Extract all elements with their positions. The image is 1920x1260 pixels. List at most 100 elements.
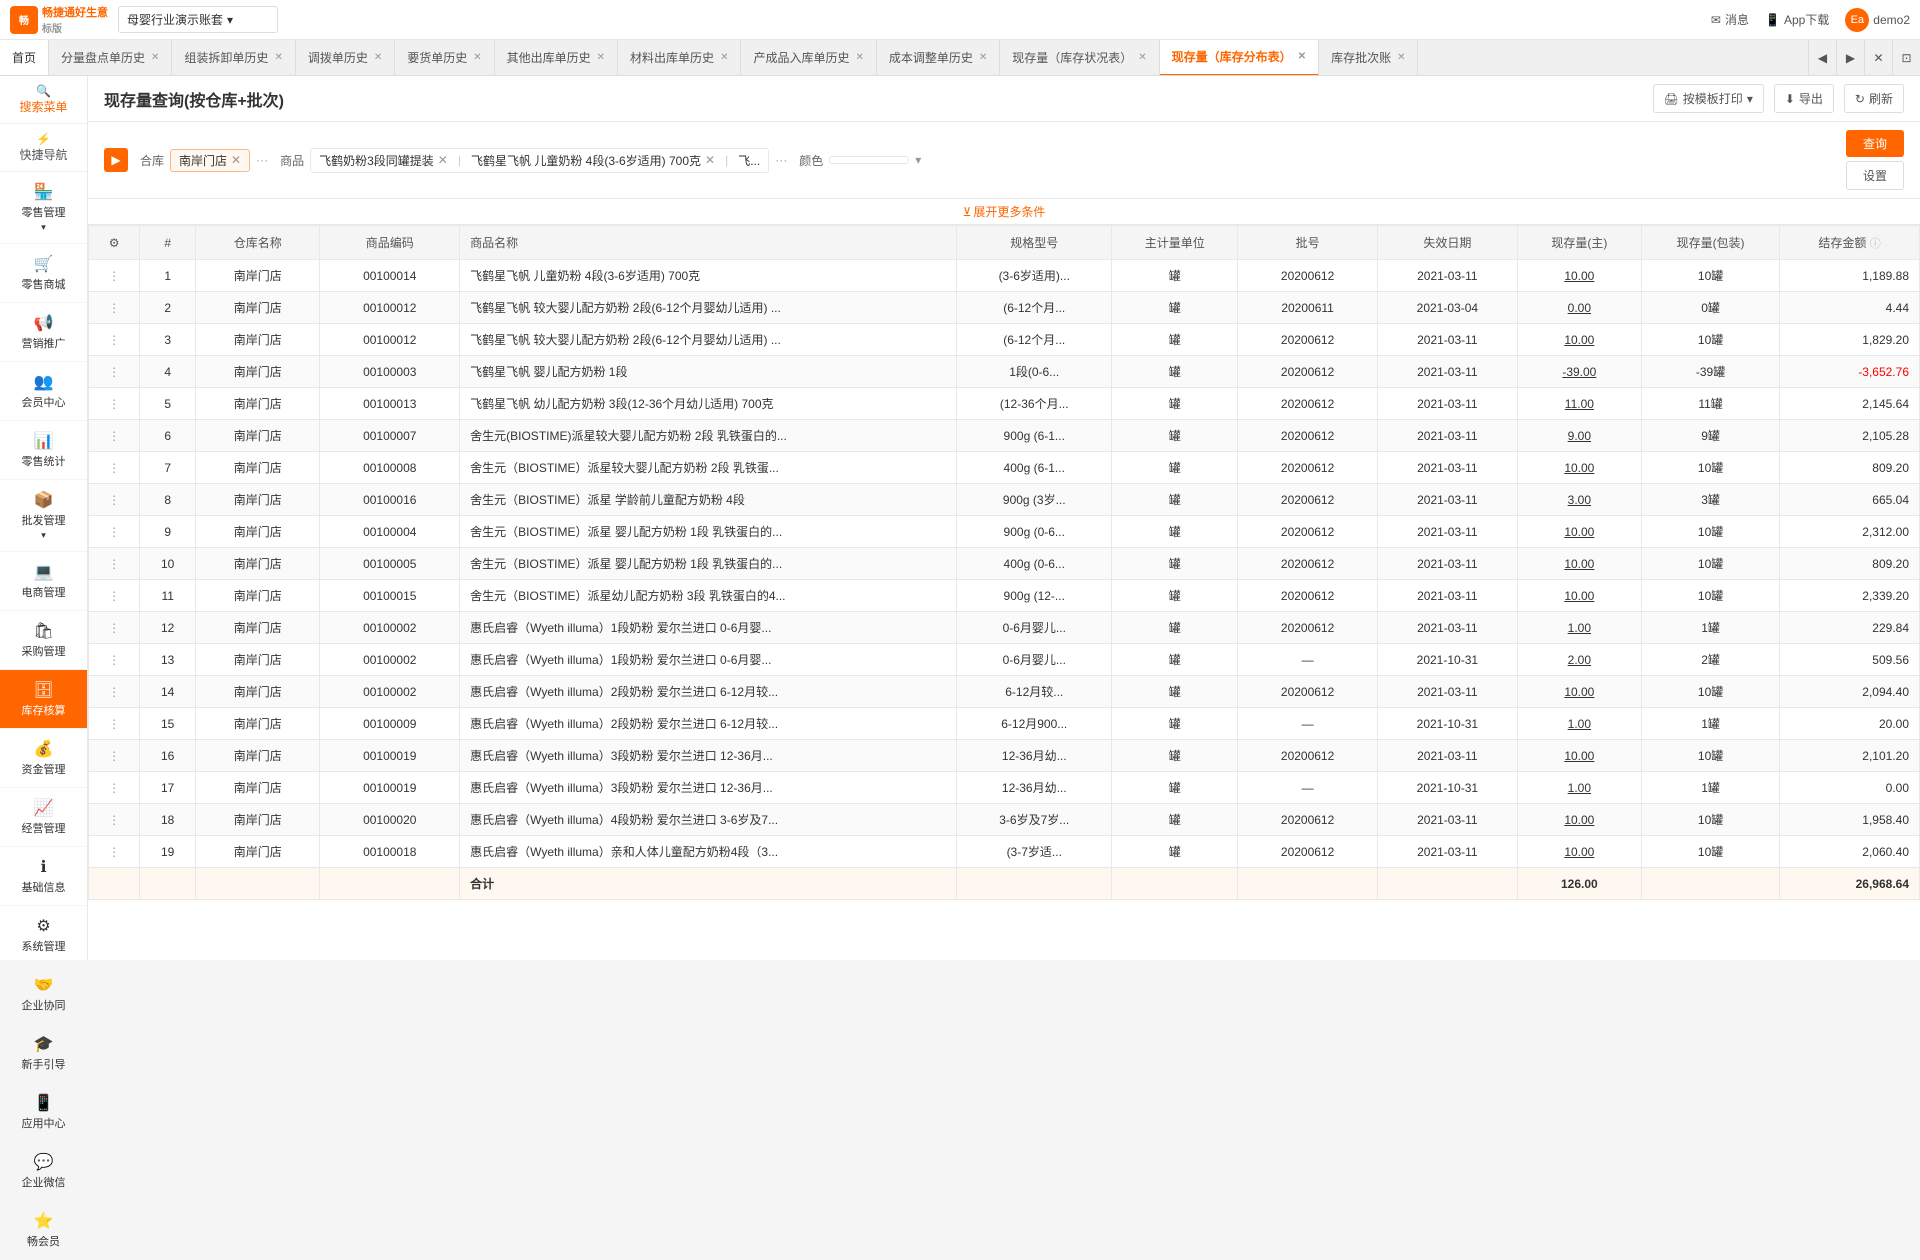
row-gear[interactable]: ⋮ [89, 516, 140, 548]
row-qty-main[interactable]: 1.00 [1517, 772, 1641, 804]
sidebar-item-management[interactable]: 📈 经营管理 [0, 788, 87, 847]
tab-close-icon[interactable]: ✕ [374, 52, 382, 63]
row-qty-main[interactable]: -39.00 [1517, 356, 1641, 388]
row-gear[interactable]: ⋮ [89, 260, 140, 292]
sidebar-item-purchase[interactable]: 🛍 采购管理 [0, 611, 87, 670]
sidebar-item-retail[interactable]: 🏪 零售管理 ▾ [0, 172, 87, 244]
row-qty-main[interactable]: 10.00 [1517, 516, 1641, 548]
row-qty-main[interactable]: 10.00 [1517, 804, 1641, 836]
sidebar-item-newguide[interactable]: 🎓 新手引导 [0, 1024, 87, 1083]
row-qty-main[interactable]: 10.00 [1517, 452, 1641, 484]
tab-close-icon[interactable]: ✕ [1138, 52, 1146, 63]
sidebar-quick-nav[interactable]: ⚡ 快捷导航 [0, 124, 87, 172]
tab-close-all-btn[interactable]: ✕ [1864, 40, 1892, 76]
tab-close-icon[interactable]: ✕ [274, 52, 282, 63]
row-qty-main[interactable]: 10.00 [1517, 260, 1641, 292]
row-qty-main[interactable]: 10.00 [1517, 740, 1641, 772]
filter-toggle-btn[interactable]: ▶ [104, 148, 128, 172]
row-gear[interactable]: ⋮ [89, 708, 140, 740]
tab-home[interactable]: 首页 [0, 40, 49, 76]
sidebar-search[interactable]: 🔍 搜索菜单 [0, 76, 87, 124]
col-gear[interactable]: ⚙ [89, 226, 140, 260]
product-more-btn[interactable]: ··· [775, 153, 787, 167]
sidebar-item-inventory[interactable]: 🗄 库存核算 [0, 670, 87, 729]
row-gear[interactable]: ⋮ [89, 740, 140, 772]
row-gear[interactable]: ⋮ [89, 356, 140, 388]
app-download-btn[interactable]: 📱 App下载 [1765, 11, 1829, 28]
product-tags-container[interactable]: 飞鹤奶粉3段同罐提装 ✕ | 飞鹤星飞帆 儿童奶粉 4段(3-6岁适用) 700… [310, 148, 769, 173]
tab-close-icon[interactable]: ✕ [597, 52, 605, 63]
sidebar-item-finance[interactable]: 💰 资金管理 [0, 729, 87, 788]
row-gear[interactable]: ⋮ [89, 548, 140, 580]
color-dropdown-icon[interactable]: ▾ [915, 153, 921, 167]
sidebar-item-member2[interactable]: ⭐ 畅会员 [0, 1201, 87, 1260]
product-tag-close-icon[interactable]: ✕ [438, 153, 448, 167]
row-qty-main[interactable]: 10.00 [1517, 324, 1641, 356]
tab-prev-btn[interactable]: ◀ [1808, 40, 1836, 76]
row-gear[interactable]: ⋮ [89, 452, 140, 484]
row-gear[interactable]: ⋮ [89, 644, 140, 676]
tab-xianzai-fen[interactable]: 现存量（库存分布表） ✕ [1160, 40, 1319, 76]
row-qty-main[interactable]: 10.00 [1517, 836, 1641, 868]
tab-xianzai-zhuang[interactable]: 现存量（库存状况表） ✕ [1000, 40, 1159, 76]
account-dropdown[interactable]: 母婴行业演示账套 ▾ [118, 6, 278, 33]
tab-chengben[interactable]: 成本调整单历史 ✕ [877, 40, 1000, 76]
tab-close-icon[interactable]: ✕ [1397, 52, 1405, 63]
warehouse-tag-close[interactable]: ✕ [231, 153, 241, 167]
sidebar-item-system[interactable]: ⚙ 系统管理 [0, 906, 87, 965]
gear-icon[interactable]: ⚙ [109, 236, 120, 250]
sidebar-item-ecommerce[interactable]: 💻 电商管理 [0, 552, 87, 611]
row-qty-main[interactable]: 1.00 [1517, 708, 1641, 740]
row-qty-main[interactable]: 11.00 [1517, 388, 1641, 420]
tab-close-icon[interactable]: ✕ [855, 52, 863, 63]
sidebar-item-wholesale[interactable]: 📦 批发管理 ▾ [0, 480, 87, 552]
row-gear[interactable]: ⋮ [89, 484, 140, 516]
row-gear[interactable]: ⋮ [89, 580, 140, 612]
data-table-container[interactable]: ⚙ # 仓库名称 商品编码 商品名称 规格型号 主计量单位 批号 失效日期 现存… [88, 225, 1920, 960]
row-qty-main[interactable]: 3.00 [1517, 484, 1641, 516]
row-gear[interactable]: ⋮ [89, 612, 140, 644]
export-btn[interactable]: ⬇ 导出 [1774, 84, 1834, 113]
row-qty-main[interactable]: 10.00 [1517, 548, 1641, 580]
row-gear[interactable]: ⋮ [89, 420, 140, 452]
tab-close-icon[interactable]: ✕ [720, 52, 728, 63]
user-avatar[interactable]: Ea demo2 [1845, 8, 1910, 32]
tab-chanzinru[interactable]: 产成品入库单历史 ✕ [741, 40, 876, 76]
sidebar-item-enterprise[interactable]: 🤝 企业协同 [0, 965, 87, 1024]
row-qty-main[interactable]: 1.00 [1517, 612, 1641, 644]
tab-zuchai[interactable]: 组装拆卸单历史 ✕ [172, 40, 295, 76]
refresh-btn[interactable]: ↻ 刷新 [1844, 84, 1904, 113]
sidebar-item-appcenter[interactable]: 📱 应用中心 [0, 1083, 87, 1142]
tab-cailiaochu[interactable]: 材料出库单历史 ✕ [618, 40, 741, 76]
expand-more-btn[interactable]: ⊻ 展开更多条件 [963, 203, 1046, 220]
sidebar-item-retail-shop[interactable]: 🛒 零售商城 [0, 244, 87, 303]
sidebar-item-marketing[interactable]: 📢 营销推广 [0, 303, 87, 362]
tab-tiaoba[interactable]: 调拨单历史 ✕ [296, 40, 395, 76]
product-tag-close-icon[interactable]: ✕ [705, 153, 715, 167]
tab-qitachu[interactable]: 其他出库单历史 ✕ [495, 40, 618, 76]
row-gear[interactable]: ⋮ [89, 804, 140, 836]
tab-close-icon[interactable]: ✕ [979, 52, 987, 63]
row-qty-main[interactable]: 10.00 [1517, 676, 1641, 708]
warehouse-tag[interactable]: 南岸门店 ✕ [170, 149, 250, 172]
print-btn[interactable]: 🖨 按模板打印 ▾ [1653, 84, 1764, 113]
row-qty-main[interactable]: 0.00 [1517, 292, 1641, 324]
tab-more-btn[interactable]: ⊡ [1892, 40, 1920, 76]
tab-yaohuo[interactable]: 要货单历史 ✕ [395, 40, 494, 76]
sidebar-item-basic[interactable]: ℹ 基础信息 [0, 847, 87, 906]
tab-pici[interactable]: 库存批次账 ✕ [1319, 40, 1418, 76]
row-gear[interactable]: ⋮ [89, 836, 140, 868]
sidebar-item-wechat[interactable]: 💬 企业微信 [0, 1142, 87, 1201]
row-gear[interactable]: ⋮ [89, 324, 140, 356]
row-gear[interactable]: ⋮ [89, 292, 140, 324]
tab-next-btn[interactable]: ▶ [1836, 40, 1864, 76]
color-input[interactable] [829, 156, 909, 164]
tab-close-icon[interactable]: ✕ [151, 52, 159, 63]
tab-fenpan[interactable]: 分量盘点单历史 ✕ [49, 40, 172, 76]
product-tag-1[interactable]: 飞鹤奶粉3段同罐提装 ✕ [319, 152, 448, 169]
sidebar-item-retail-stat[interactable]: 📊 零售统计 [0, 421, 87, 480]
row-qty-main[interactable]: 10.00 [1517, 580, 1641, 612]
tab-close-icon[interactable]: ✕ [473, 52, 481, 63]
tab-close-icon[interactable]: ✕ [1298, 51, 1306, 62]
row-qty-main[interactable]: 9.00 [1517, 420, 1641, 452]
